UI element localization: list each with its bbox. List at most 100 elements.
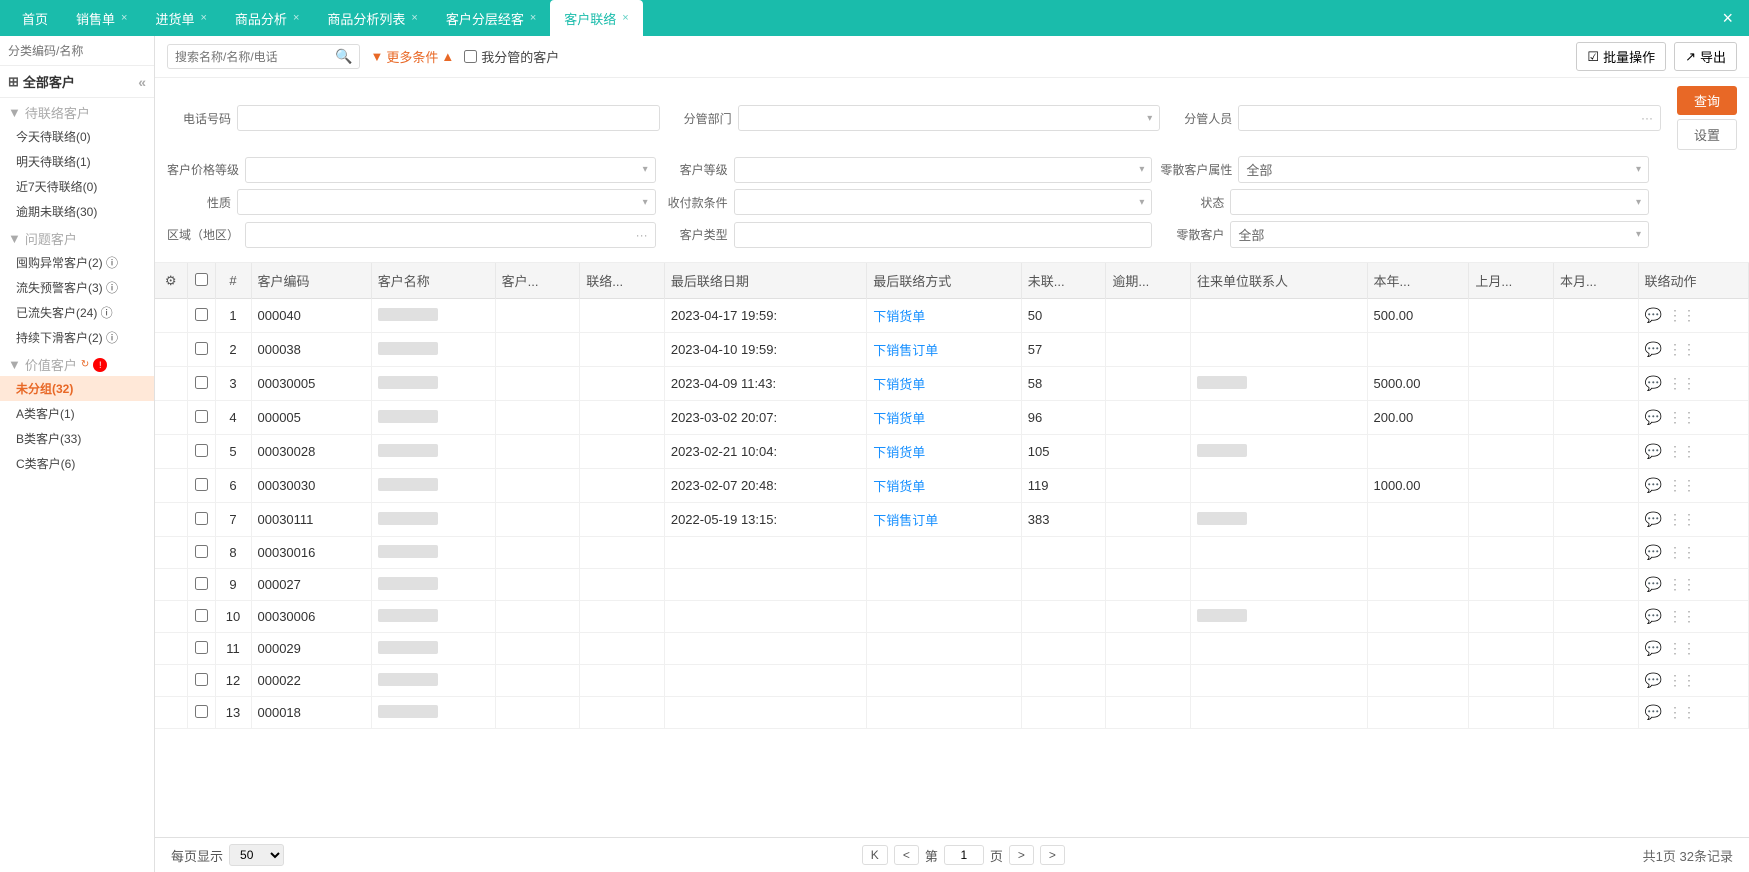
td-last-way[interactable] (867, 633, 1021, 665)
sidebar-collapse-btn[interactable]: « (138, 74, 146, 90)
td-checkbox[interactable] (187, 435, 215, 469)
pagesize-select[interactable]: 50 100 200 (229, 844, 284, 866)
select-all-checkbox[interactable] (195, 273, 208, 286)
last-way-link[interactable]: 下销售订单 (873, 513, 938, 528)
filter-price-level-select[interactable]: ▾ (245, 157, 656, 183)
chat-icon[interactable]: 💬 (1645, 640, 1662, 657)
td-last-way[interactable]: 下销货单 (867, 435, 1021, 469)
nav-tab-customer-contact-close[interactable]: × (622, 12, 628, 24)
more-action-icon[interactable]: ⋮⋮ (1668, 640, 1696, 657)
td-checkbox[interactable] (187, 697, 215, 729)
nav-tab-customer-contact[interactable]: 客户联络 × (550, 0, 642, 36)
filter-region-input[interactable]: ··· (245, 222, 656, 248)
td-last-way[interactable]: 下销售订单 (867, 503, 1021, 537)
chat-icon[interactable]: 💬 (1645, 576, 1662, 593)
row-checkbox[interactable] (195, 308, 208, 321)
sidebar-search-bar[interactable]: 🔍 (0, 36, 154, 66)
chat-icon[interactable]: 💬 (1645, 477, 1662, 494)
chat-icon[interactable]: 💬 (1645, 307, 1662, 324)
last-way-link[interactable]: 下销货单 (873, 479, 925, 494)
row-checkbox[interactable] (195, 376, 208, 389)
nav-tab-purchase-close[interactable]: × (200, 12, 206, 24)
row-checkbox[interactable] (195, 577, 208, 590)
sidebar-search-input[interactable] (8, 44, 155, 58)
sidebar-item-declining[interactable]: 持续下滑客户(2) ⓘ (0, 325, 154, 350)
th-checkbox[interactable] (187, 263, 215, 299)
chat-icon[interactable]: 💬 (1645, 544, 1662, 561)
sidebar-all-customers[interactable]: ⊞ 全部客户 « (0, 66, 154, 98)
filter-phone-input[interactable] (237, 105, 660, 131)
td-last-way[interactable]: 下销售订单 (867, 333, 1021, 367)
td-checkbox[interactable] (187, 367, 215, 401)
sidebar-item-ungroup[interactable]: 未分组(32) (0, 376, 154, 401)
last-way-link[interactable]: 下销货单 (873, 309, 925, 324)
reset-btn[interactable]: 设置 (1677, 119, 1737, 150)
row-checkbox[interactable] (195, 410, 208, 423)
row-checkbox[interactable] (195, 478, 208, 491)
sidebar-item-7days[interactable]: 近7天待联络(0) (0, 174, 154, 199)
last-way-link[interactable]: 下销售订单 (873, 343, 938, 358)
td-last-way[interactable] (867, 537, 1021, 569)
td-checkbox[interactable] (187, 299, 215, 333)
td-last-way[interactable] (867, 697, 1021, 729)
last-page-btn[interactable]: > (1040, 845, 1065, 865)
row-checkbox[interactable] (195, 512, 208, 525)
close-all-tabs[interactable]: × (1714, 8, 1741, 29)
chat-icon[interactable]: 💬 (1645, 443, 1662, 460)
filter-search-box[interactable]: 🔍 (167, 44, 360, 69)
last-way-link[interactable]: 下销货单 (873, 377, 925, 392)
sidebar-item-churned[interactable]: 已流失客户(24) ⓘ (0, 300, 154, 325)
nav-tab-customer-seg-close[interactable]: × (530, 12, 536, 24)
td-last-way[interactable] (867, 569, 1021, 601)
td-last-way[interactable]: 下销货单 (867, 401, 1021, 435)
more-action-icon[interactable]: ⋮⋮ (1668, 672, 1696, 689)
nav-tab-analysis[interactable]: 商品分析 × (221, 0, 313, 36)
td-checkbox[interactable] (187, 469, 215, 503)
group-value[interactable]: ▼ 价值客户 ↻ ! (0, 350, 154, 376)
more-action-icon[interactable]: ⋮⋮ (1668, 341, 1696, 358)
td-checkbox[interactable] (187, 333, 215, 367)
nav-home[interactable]: 首页 (8, 9, 62, 28)
sidebar-item-a-class[interactable]: A类客户(1) (0, 401, 154, 426)
row-checkbox[interactable] (195, 545, 208, 558)
filter-payment-select[interactable]: ▾ (734, 189, 1153, 215)
last-way-link[interactable]: 下销货单 (873, 445, 925, 460)
my-customers-checkbox[interactable] (464, 50, 477, 63)
td-last-way[interactable]: 下销货单 (867, 299, 1021, 333)
first-page-btn[interactable]: K (862, 845, 888, 865)
my-customers-filter[interactable]: 我分管的客户 (464, 47, 559, 66)
group-pending-contact[interactable]: ▼ 待联络客户 (0, 98, 154, 124)
td-checkbox[interactable] (187, 601, 215, 633)
nav-tab-analysis-list-close[interactable]: × (411, 12, 417, 24)
value-refresh-icon[interactable]: ↻ (81, 359, 89, 370)
nav-tab-customer-seg[interactable]: 客户分层经客 × (432, 0, 550, 36)
more-action-icon[interactable]: ⋮⋮ (1668, 576, 1696, 593)
chat-icon[interactable]: 💬 (1645, 704, 1662, 721)
row-checkbox[interactable] (195, 609, 208, 622)
nav-tab-analysis-list[interactable]: 商品分析列表 × (313, 0, 431, 36)
filter-person-input[interactable]: ··· (1238, 105, 1661, 131)
last-way-link[interactable]: 下销货单 (873, 411, 925, 426)
page-input[interactable] (944, 845, 984, 865)
more-action-icon[interactable]: ⋮⋮ (1668, 704, 1696, 721)
chat-icon[interactable]: 💬 (1645, 672, 1662, 689)
row-checkbox[interactable] (195, 444, 208, 457)
filter-more-btn[interactable]: ▼ 更多条件 ▲ (370, 47, 454, 66)
filter-status-select[interactable]: ▾ (1230, 189, 1649, 215)
more-action-icon[interactable]: ⋮⋮ (1668, 544, 1696, 561)
query-btn[interactable]: 查询 (1677, 86, 1737, 115)
td-checkbox[interactable] (187, 569, 215, 601)
nav-tab-purchase[interactable]: 进货单 × (141, 0, 220, 36)
export-btn[interactable]: ↗ 导出 (1674, 42, 1737, 71)
sidebar-item-today[interactable]: 今天待联络(0) (0, 124, 154, 149)
row-checkbox[interactable] (195, 342, 208, 355)
row-checkbox[interactable] (195, 705, 208, 718)
filter-search-input[interactable] (175, 50, 335, 64)
more-action-icon[interactable]: ⋮⋮ (1668, 443, 1696, 460)
filter-cust-type-input[interactable] (734, 222, 1153, 248)
filter-retail-cust-select[interactable]: 全部▾ (1230, 221, 1649, 248)
group-problem[interactable]: ▼ 问题客户 (0, 224, 154, 250)
td-checkbox[interactable] (187, 537, 215, 569)
td-checkbox[interactable] (187, 401, 215, 435)
nav-tab-sales[interactable]: 销售单 × (62, 0, 141, 36)
